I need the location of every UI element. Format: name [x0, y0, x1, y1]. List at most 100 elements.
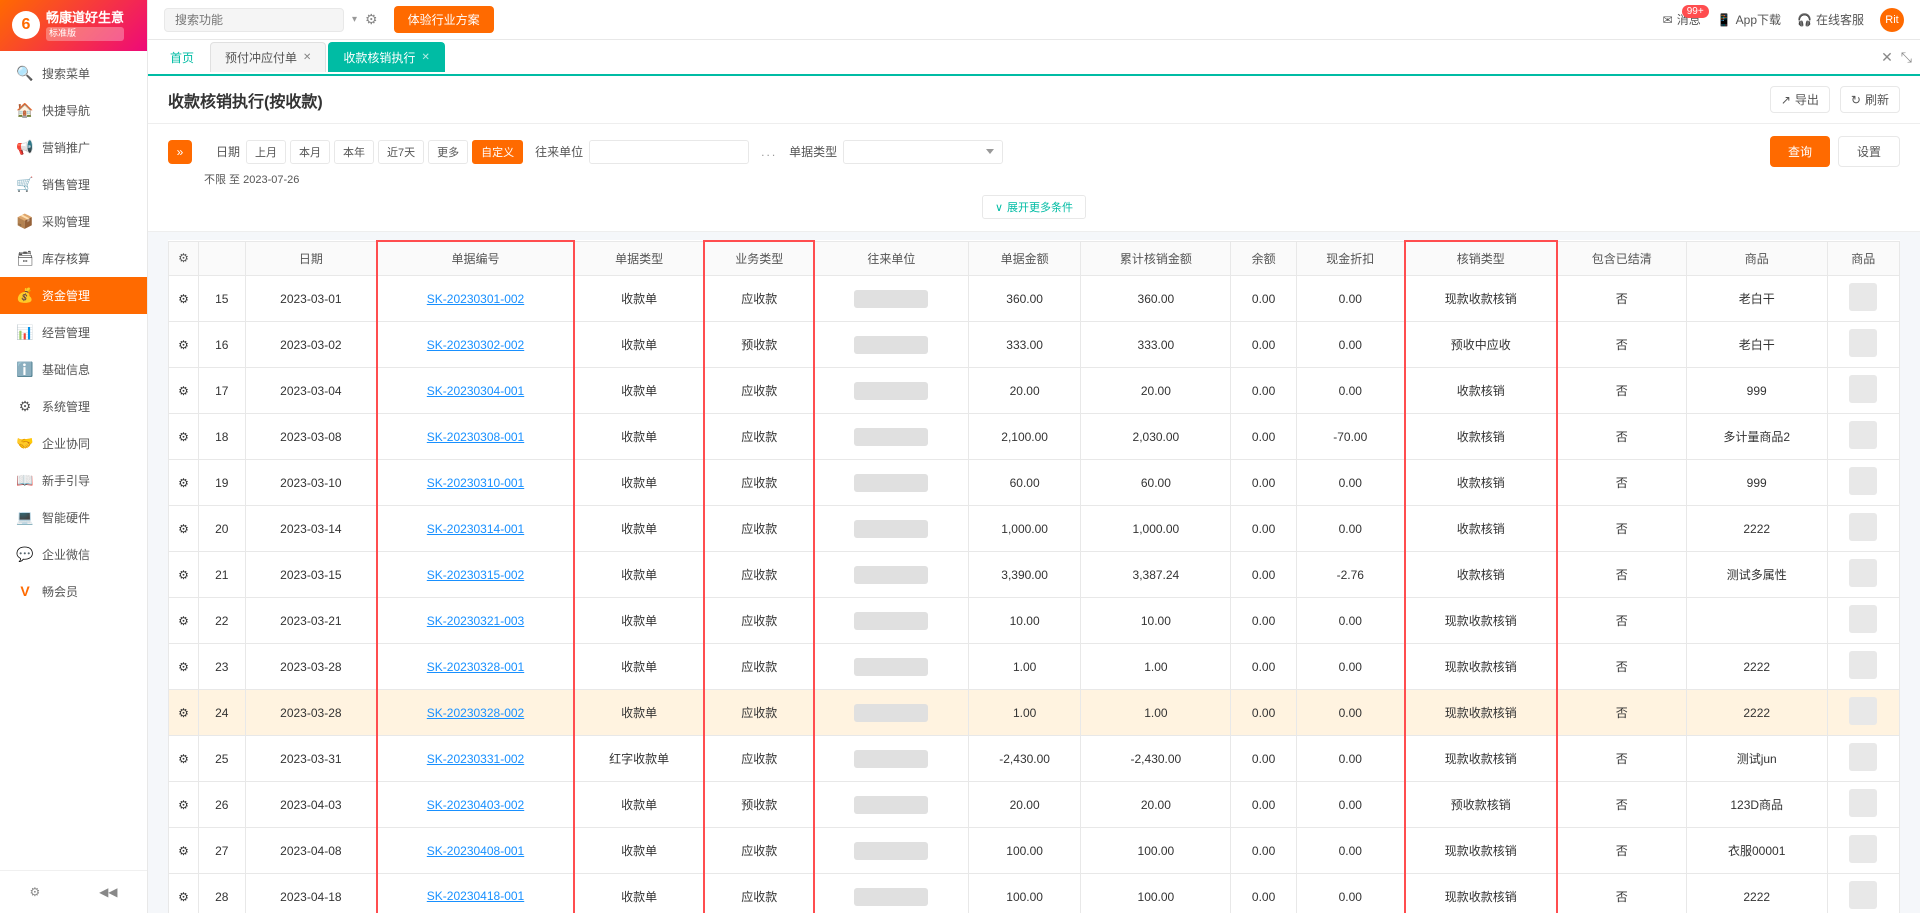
row-gear-icon[interactable]: ⚙ [178, 798, 189, 812]
customer-input[interactable] [589, 140, 749, 164]
td-writeoff: 333.00 [1081, 322, 1231, 368]
last-7-days-btn[interactable]: 近7天 [378, 140, 424, 164]
user-avatar[interactable]: Rit [1880, 8, 1904, 32]
header-search-input[interactable] [164, 8, 344, 32]
td-gear[interactable]: ⚙ [169, 460, 199, 506]
export-button[interactable]: ↗ 导出 [1770, 86, 1830, 113]
this-year-btn[interactable]: 本年 [334, 140, 374, 164]
tab-receipt[interactable]: 收款核销执行 ✕ [328, 42, 444, 72]
td-include-settled: 否 [1557, 506, 1687, 552]
sidebar-item-purchase[interactable]: 📦 采购管理 [0, 203, 147, 240]
td-writeoff-type: 现款收款核销 [1405, 690, 1557, 736]
td-gear[interactable]: ⚙ [169, 690, 199, 736]
td-gear[interactable]: ⚙ [169, 414, 199, 460]
query-button[interactable]: 查询 [1770, 136, 1830, 167]
sidebar-item-enterprise[interactable]: 🤝 企业协同 [0, 425, 147, 462]
row-gear-icon[interactable]: ⚙ [178, 752, 189, 766]
sidebar-item-wechat[interactable]: 💬 企业微信 [0, 536, 147, 573]
doc-no-link[interactable]: SK-20230304-001 [427, 384, 524, 398]
tab-expand-icon[interactable]: ⤡ [1901, 49, 1912, 66]
tab-home[interactable]: 首页 [156, 43, 208, 72]
settings-button[interactable]: 设置 [1838, 136, 1900, 167]
tab-receipt-close-icon[interactable]: ✕ [421, 52, 429, 63]
sidebar-item-hardware[interactable]: 💻 智能硬件 [0, 499, 147, 536]
tab-payable[interactable]: 预付冲应付单 ✕ [210, 42, 326, 72]
sidebar-item-finance[interactable]: 💰 资金管理 [0, 277, 147, 314]
sidebar-item-member[interactable]: V 畅会员 [0, 573, 147, 610]
td-gear[interactable]: ⚙ [169, 828, 199, 874]
table-scroll-area[interactable]: ⚙ 日期 单据编号 单据类型 业务类型 往来单位 单据金额 累计核销金额 余额 … [168, 240, 1900, 913]
td-gear[interactable]: ⚙ [169, 506, 199, 552]
sidebar-item-operation[interactable]: 📊 经营管理 [0, 314, 147, 351]
td-gear[interactable]: ⚙ [169, 736, 199, 782]
th-gear[interactable]: ⚙ [169, 241, 199, 276]
sidebar-collapse-btn[interactable]: ◀◀ [89, 879, 127, 905]
dropdown-arrow-icon[interactable]: ▾ [352, 14, 357, 25]
sidebar-item-inventory[interactable]: 🗃 库存核算 [0, 240, 147, 277]
sidebar-item-system[interactable]: ⚙ 系统管理 [0, 388, 147, 425]
custom-date-btn[interactable]: 自定义 [472, 140, 523, 164]
expand-more-button[interactable]: ∨ 展开更多条件 [982, 195, 1086, 219]
online-service-button[interactable]: 🎧 在线客服 [1797, 11, 1864, 28]
solution-button[interactable]: 体验行业方案 [394, 6, 494, 33]
td-gear[interactable]: ⚙ [169, 276, 199, 322]
doc-no-link[interactable]: SK-20230302-002 [427, 338, 524, 352]
td-cash-discount: 0.00 [1296, 506, 1405, 552]
row-gear-icon[interactable]: ⚙ [178, 430, 189, 444]
gear-icon[interactable]: ⚙ [178, 251, 189, 265]
doc-no-link[interactable]: SK-20230331-002 [427, 752, 524, 766]
sidebar-item-guide[interactable]: 📖 新手引导 [0, 462, 147, 499]
td-gear[interactable]: ⚙ [169, 782, 199, 828]
row-gear-icon[interactable]: ⚙ [178, 568, 189, 582]
doc-no-link[interactable]: SK-20230403-002 [427, 798, 524, 812]
filter-expand-btn[interactable]: » [168, 140, 192, 164]
more-date-btn[interactable]: 更多 [428, 140, 468, 164]
row-gear-icon[interactable]: ⚙ [178, 660, 189, 674]
row-gear-icon[interactable]: ⚙ [178, 706, 189, 720]
filter-voucher-type-item: 单据类型 [789, 140, 1003, 164]
td-cash-discount: 0.00 [1296, 690, 1405, 736]
row-gear-icon[interactable]: ⚙ [178, 476, 189, 490]
message-button[interactable]: ✉ 消息 99+ [1663, 11, 1701, 28]
td-doc-no: SK-20230403-002 [377, 782, 574, 828]
td-gear[interactable]: ⚙ [169, 598, 199, 644]
sidebar-item-sales[interactable]: 🛒 销售管理 [0, 166, 147, 203]
sidebar-item-basic[interactable]: ℹ️ 基础信息 [0, 351, 147, 388]
row-gear-icon[interactable]: ⚙ [178, 384, 189, 398]
row-gear-icon[interactable]: ⚙ [178, 890, 189, 904]
doc-no-link[interactable]: SK-20230301-002 [427, 292, 524, 306]
doc-no-link[interactable]: SK-20230314-001 [427, 522, 524, 536]
td-num: 21 [199, 552, 246, 598]
doc-no-link[interactable]: SK-20230321-003 [427, 614, 524, 628]
td-gear[interactable]: ⚙ [169, 552, 199, 598]
row-gear-icon[interactable]: ⚙ [178, 614, 189, 628]
sidebar-settings-btn[interactable]: ⚙ [19, 879, 50, 905]
doc-no-link[interactable]: SK-20230328-002 [427, 706, 524, 720]
sidebar-item-quick[interactable]: 🏠 快捷导航 [0, 92, 147, 129]
doc-no-link[interactable]: SK-20230308-001 [427, 430, 524, 444]
doc-no-link[interactable]: SK-20230418-001 [427, 889, 524, 903]
td-gear[interactable]: ⚙ [169, 874, 199, 913]
sidebar-item-search[interactable]: 🔍 搜索菜单 [0, 55, 147, 92]
td-biz-type: 应收款 [704, 736, 813, 782]
row-gear-icon[interactable]: ⚙ [178, 338, 189, 352]
row-gear-icon[interactable]: ⚙ [178, 844, 189, 858]
last-month-btn[interactable]: 上月 [246, 140, 286, 164]
td-gear[interactable]: ⚙ [169, 644, 199, 690]
voucher-type-select[interactable] [843, 140, 1003, 164]
tab-payable-close-icon[interactable]: ✕ [303, 52, 311, 63]
header-gear-icon[interactable]: ⚙ [365, 11, 378, 28]
refresh-button[interactable]: ↻ 刷新 [1840, 86, 1900, 113]
row-gear-icon[interactable]: ⚙ [178, 522, 189, 536]
td-gear[interactable]: ⚙ [169, 368, 199, 414]
doc-no-link[interactable]: SK-20230408-001 [427, 844, 524, 858]
this-month-btn[interactable]: 本月 [290, 140, 330, 164]
tab-close-all-icon[interactable]: ✕ [1881, 49, 1893, 66]
sidebar-item-marketing[interactable]: 📢 营销推广 [0, 129, 147, 166]
td-gear[interactable]: ⚙ [169, 322, 199, 368]
row-gear-icon[interactable]: ⚙ [178, 292, 189, 306]
doc-no-link[interactable]: SK-20230328-001 [427, 660, 524, 674]
doc-no-link[interactable]: SK-20230315-002 [427, 568, 524, 582]
doc-no-link[interactable]: SK-20230310-001 [427, 476, 524, 490]
app-download-button[interactable]: 📱 App下载 [1717, 11, 1781, 28]
